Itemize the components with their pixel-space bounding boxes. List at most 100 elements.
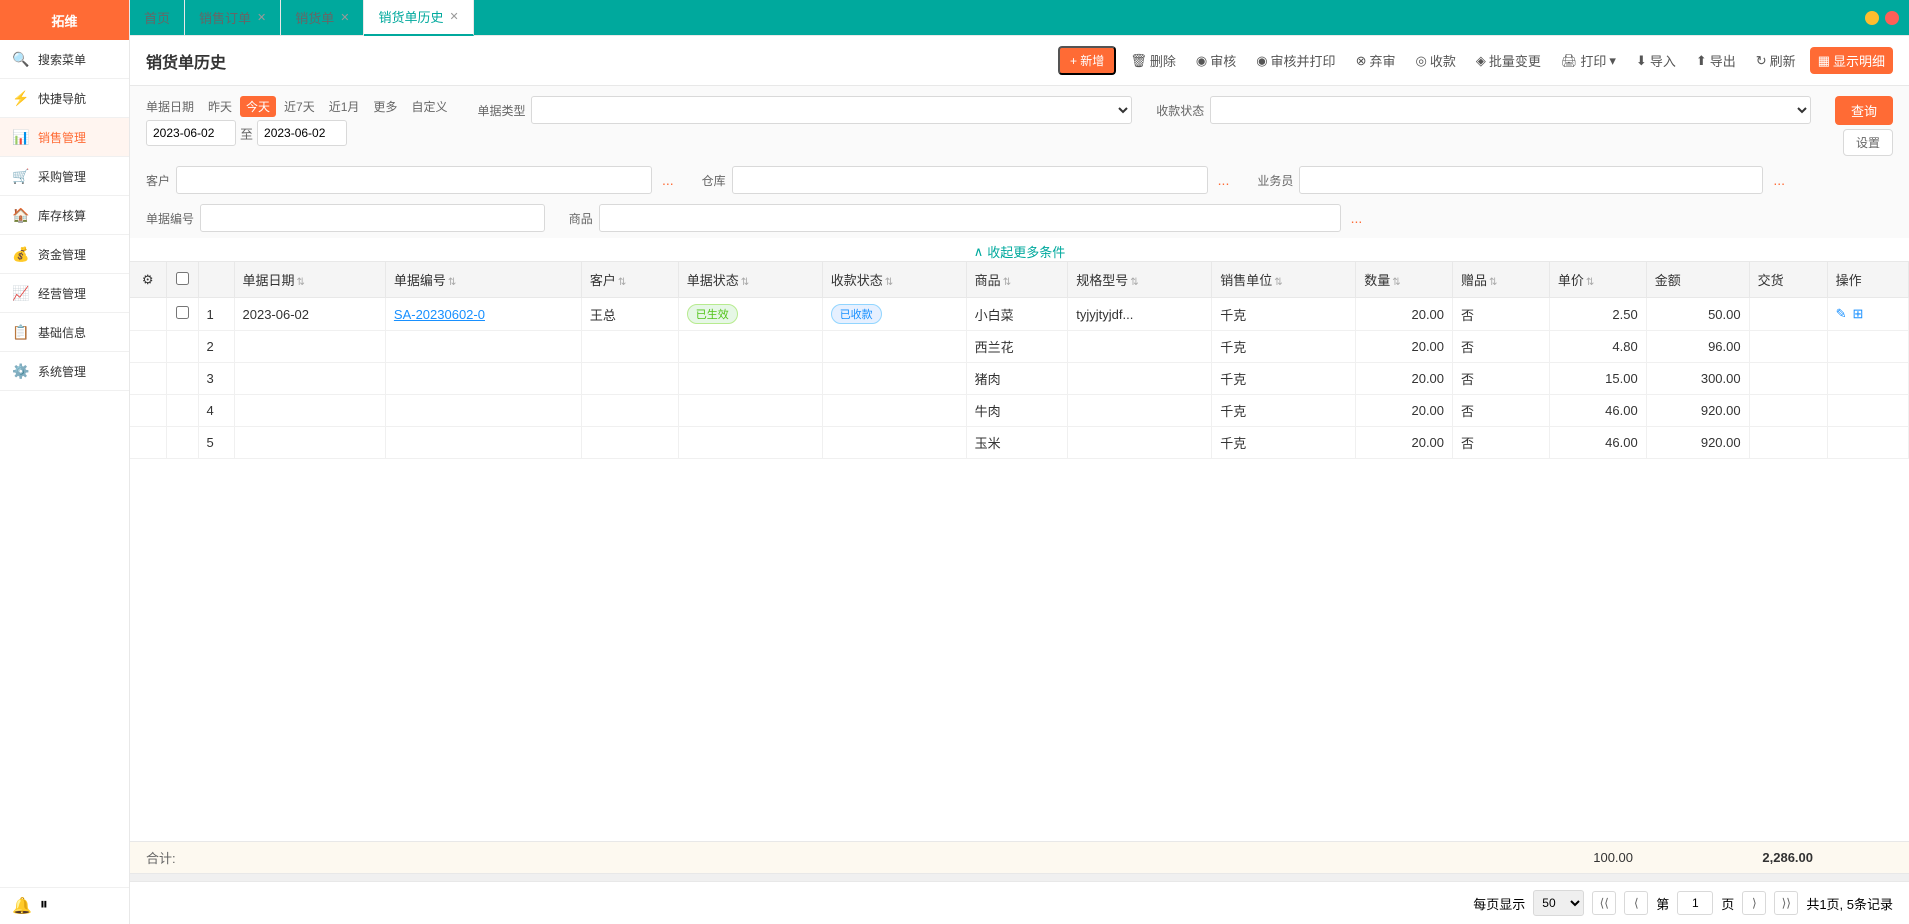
doc-no-link[interactable]: SA-20230602-0 xyxy=(394,307,485,322)
col-doc-no[interactable]: 单据编号⇅ xyxy=(385,262,581,298)
date-from-input[interactable] xyxy=(146,120,236,146)
batch-change-button[interactable]: ◈ 批量变更 xyxy=(1470,48,1547,73)
date-btn-today[interactable]: 今天 xyxy=(240,96,276,117)
delete-button[interactable]: 🗑 删除 xyxy=(1124,48,1182,73)
page-input[interactable] xyxy=(1677,891,1713,915)
col-customer[interactable]: 客户⇅ xyxy=(581,262,678,298)
collect-button[interactable]: ◎ 收款 xyxy=(1409,48,1461,73)
unit-price-cell: 4.80 xyxy=(1549,331,1646,363)
doc-type-select[interactable] xyxy=(531,96,1132,124)
tab-home[interactable]: 首页 xyxy=(130,0,185,36)
payment-status-select[interactable] xyxy=(1210,96,1811,124)
date-btn-yesterday[interactable]: 昨天 xyxy=(202,96,238,117)
audit-print-button[interactable]: ◉ 审核并打印 xyxy=(1250,48,1341,73)
tab-sales-goods[interactable]: 销货单 ✕ xyxy=(281,0,364,36)
col-gift[interactable]: 赠品⇅ xyxy=(1453,262,1550,298)
date-to-input[interactable] xyxy=(257,120,347,146)
sort-quantity-icon: ⇅ xyxy=(1392,277,1400,288)
prev-page-btn[interactable]: ⟨ xyxy=(1624,891,1648,915)
notification-icon[interactable]: 🔔 xyxy=(12,896,32,916)
edit-icon[interactable]: ✎ xyxy=(1836,306,1847,322)
sidebar-item-search-menu[interactable]: 🔍 搜索菜单 xyxy=(0,40,129,79)
customer-cell xyxy=(581,363,678,395)
col-actions: 操作 xyxy=(1827,262,1908,298)
content-area: 销货单历史 + 新增 🗑 删除 ◉ 审核 ◉ 审核并打印 ⊗ 弃审 xyxy=(130,36,1909,924)
sidebar-item-sys-mgmt[interactable]: ⚙️ 系统管理 xyxy=(0,352,129,391)
new-button[interactable]: + 新增 xyxy=(1058,46,1116,75)
row-checkbox[interactable] xyxy=(176,306,189,319)
actions-cell xyxy=(1827,395,1908,427)
col-quantity[interactable]: 数量⇅ xyxy=(1356,262,1453,298)
goods-input[interactable] xyxy=(599,204,1341,232)
sidebar-item-basic-info[interactable]: 📋 基础信息 xyxy=(0,313,129,352)
warehouse-input[interactable] xyxy=(732,166,1208,194)
pause-icon[interactable]: ⏸ xyxy=(40,896,48,916)
sort-unit-price-icon: ⇅ xyxy=(1586,277,1594,288)
next-page-btn[interactable]: ⟩ xyxy=(1742,891,1766,915)
sort-sales-unit-icon: ⇅ xyxy=(1274,277,1282,288)
more-icon[interactable]: ⊞ xyxy=(1853,306,1864,322)
finance-icon: 💰 xyxy=(12,245,30,263)
tab-sales-history-close[interactable]: ✕ xyxy=(450,10,459,23)
audit-button[interactable]: ◉ 审核 xyxy=(1190,48,1242,73)
tab-sales-order-close[interactable]: ✕ xyxy=(257,11,266,24)
spec-cell: tyjyjtyjdf... xyxy=(1068,298,1212,331)
payment-status-cell xyxy=(822,427,966,459)
table-area: ⚙ 单据日期⇅ 单据编号⇅ 客户⇅ 单据状态⇅ 收款状态⇅ 商品⇅ 规格型号⇅ … xyxy=(130,262,1909,841)
goods-ellipsis[interactable]: ... xyxy=(1347,210,1367,226)
show-detail-button[interactable]: ▦ 显示明细 xyxy=(1810,47,1893,74)
customer-ellipsis[interactable]: ... xyxy=(658,172,678,188)
tab-sales-history[interactable]: 销货单历史 ✕ xyxy=(364,0,473,36)
col-payment-status[interactable]: 收款状态⇅ xyxy=(822,262,966,298)
warehouse-ellipsis[interactable]: ... xyxy=(1214,172,1234,188)
sidebar-item-quick-nav[interactable]: ⚡ 快捷导航 xyxy=(0,79,129,118)
col-sales-unit[interactable]: 销售单位⇅ xyxy=(1212,262,1356,298)
per-page-select[interactable]: 50 100 200 xyxy=(1533,890,1584,916)
abandon-button[interactable]: ⊗ 弃审 xyxy=(1350,48,1402,73)
col-row-no xyxy=(198,262,234,298)
sidebar-item-sales-mgmt[interactable]: 📊 销售管理 xyxy=(0,118,129,157)
sidebar-item-finance[interactable]: 💰 资金管理 xyxy=(0,235,129,274)
print-button[interactable]: 🖨 打印 ▾ xyxy=(1555,48,1622,73)
sidebar-item-inventory[interactable]: 🏠 库存核算 xyxy=(0,196,129,235)
window-minimize-btn[interactable] xyxy=(1865,11,1879,25)
col-doc-date[interactable]: 单据日期⇅ xyxy=(234,262,385,298)
customer-input[interactable] xyxy=(176,166,652,194)
last-page-btn[interactable]: ⟩⟩ xyxy=(1774,891,1798,915)
col-doc-status[interactable]: 单据状态⇅ xyxy=(678,262,822,298)
transaction-cell xyxy=(1749,298,1827,331)
window-close-btn[interactable] xyxy=(1885,11,1899,25)
row-settings-cell xyxy=(130,298,166,331)
goods-label: 商品 xyxy=(569,210,593,227)
staff-ellipsis[interactable]: ... xyxy=(1769,172,1789,188)
horizontal-scrollbar[interactable] xyxy=(130,873,1909,881)
sidebar-item-purchase-mgmt[interactable]: 🛒 采购管理 xyxy=(0,157,129,196)
amount-cell: 96.00 xyxy=(1646,331,1749,363)
sidebar-item-operations[interactable]: 📈 经营管理 xyxy=(0,274,129,313)
operations-icon: 📈 xyxy=(12,284,30,302)
date-btn-more[interactable]: 更多 xyxy=(367,96,403,117)
export-button[interactable]: ⬆ 导出 xyxy=(1690,48,1742,73)
date-btn-custom[interactable]: 自定义 xyxy=(405,96,453,117)
sort-spec-icon: ⇅ xyxy=(1130,277,1138,288)
date-btn-7days[interactable]: 近7天 xyxy=(278,96,321,117)
tab-sales-goods-close[interactable]: ✕ xyxy=(340,11,349,24)
filter-settings-button[interactable]: 设置 xyxy=(1843,129,1893,156)
date-btn-1month[interactable]: 近1月 xyxy=(323,96,366,117)
doc-no-input[interactable] xyxy=(200,204,545,232)
query-button[interactable]: 查询 xyxy=(1835,96,1893,125)
delete-icon: 🗑 xyxy=(1130,53,1147,69)
quantity-cell: 20.00 xyxy=(1356,395,1453,427)
select-all-checkbox[interactable] xyxy=(176,272,189,285)
first-page-btn[interactable]: ⟨⟨ xyxy=(1592,891,1616,915)
doc-date-cell xyxy=(234,331,385,363)
col-unit-price[interactable]: 单价⇅ xyxy=(1549,262,1646,298)
col-goods[interactable]: 商品⇅ xyxy=(966,262,1068,298)
tab-sales-order[interactable]: 销售订单 ✕ xyxy=(185,0,281,36)
col-spec[interactable]: 规格型号⇅ xyxy=(1068,262,1212,298)
import-button[interactable]: ⬇ 导入 xyxy=(1630,48,1682,73)
col-settings[interactable]: ⚙ xyxy=(130,262,166,298)
collapse-filter-btn[interactable]: ∧ 收起更多条件 xyxy=(130,238,1909,261)
refresh-button[interactable]: ↻ 刷新 xyxy=(1750,48,1802,73)
staff-input[interactable] xyxy=(1299,166,1763,194)
